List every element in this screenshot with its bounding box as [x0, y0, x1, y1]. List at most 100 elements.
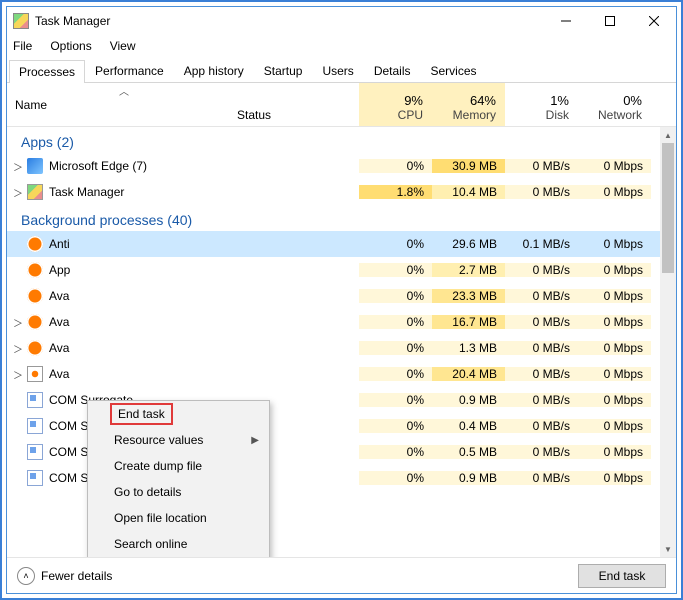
ctx-create-dump[interactable]: Create dump file	[88, 453, 269, 479]
scroll-up-icon[interactable]: ▲	[660, 127, 676, 143]
cell-memory: 23.3 MB	[432, 289, 505, 303]
cell-disk: 0 MB/s	[505, 393, 578, 407]
process-name: Ava	[49, 367, 233, 381]
cell-network: 0 Mbps	[578, 315, 651, 329]
cell-cpu: 0%	[359, 367, 432, 381]
tab-bar: Processes Performance App history Startu…	[7, 57, 676, 83]
cell-cpu: 0%	[359, 419, 432, 433]
process-name: App	[49, 263, 233, 277]
cell-disk: 0 MB/s	[505, 315, 578, 329]
vertical-scrollbar[interactable]: ▲ ▼	[660, 127, 676, 557]
menu-view[interactable]: View	[110, 39, 136, 53]
cell-cpu: 0%	[359, 159, 432, 173]
tab-services[interactable]: Services	[421, 59, 487, 82]
footer: ˄ Fewer details End task	[7, 557, 676, 593]
group-header: Background processes (40)	[7, 202, 359, 234]
header-memory[interactable]: 64%Memory	[432, 83, 505, 126]
process-name: Ava	[49, 289, 233, 303]
cell-disk: 0 MB/s	[505, 419, 578, 433]
minimize-button[interactable]	[544, 7, 588, 35]
header-disk[interactable]: 1%Disk	[505, 83, 578, 126]
cell-memory: 29.6 MB	[432, 237, 505, 251]
process-row[interactable]: App0%2.7 MB0 MB/s0 Mbps	[7, 257, 660, 283]
cell-network: 0 Mbps	[578, 419, 651, 433]
cell-disk: 0 MB/s	[505, 367, 578, 381]
tab-details[interactable]: Details	[364, 59, 421, 82]
process-icon	[27, 262, 43, 278]
process-icon	[27, 158, 43, 174]
ctx-search-online[interactable]: Search online	[88, 531, 269, 557]
menu-file[interactable]: File	[13, 39, 32, 53]
tab-processes[interactable]: Processes	[9, 60, 85, 83]
cell-network: 0 Mbps	[578, 289, 651, 303]
cell-disk: 0 MB/s	[505, 185, 578, 199]
ctx-open-file-location[interactable]: Open file location	[88, 505, 269, 531]
cell-network: 0 Mbps	[578, 445, 651, 459]
process-row[interactable]: Anti0%29.6 MB0.1 MB/s0 Mbps	[7, 231, 660, 257]
close-button[interactable]	[632, 7, 676, 35]
header-network[interactable]: 0%Network	[578, 83, 651, 126]
cell-memory: 2.7 MB	[432, 263, 505, 277]
process-row[interactable]: Ava0%23.3 MB0 MB/s0 Mbps	[7, 283, 660, 309]
app-icon	[13, 13, 29, 29]
header-status[interactable]: Status	[233, 83, 359, 126]
cell-disk: 0 MB/s	[505, 341, 578, 355]
process-icon	[27, 470, 43, 486]
process-icon	[27, 418, 43, 434]
window-title: Task Manager	[35, 14, 544, 28]
expand-chevron-icon[interactable]: ＞	[9, 159, 27, 174]
tab-app-history[interactable]: App history	[174, 59, 254, 82]
menubar: File Options View	[7, 35, 676, 57]
submenu-arrow-icon: ▶	[251, 435, 259, 446]
process-icon	[27, 392, 43, 408]
column-headers: ︿ Name Status 9%CPU 64%Memory 1%Disk 0%N…	[7, 83, 676, 127]
ctx-resource-values[interactable]: Resource values▶	[88, 427, 269, 453]
expand-chevron-icon[interactable]: ＞	[9, 367, 27, 382]
process-row[interactable]: ＞Ava0%1.3 MB0 MB/s0 Mbps	[7, 335, 660, 361]
cell-memory: 10.4 MB	[432, 185, 505, 199]
cell-memory: 0.4 MB	[432, 419, 505, 433]
tab-users[interactable]: Users	[312, 59, 363, 82]
menu-options[interactable]: Options	[50, 39, 91, 53]
ctx-end-task[interactable]: End task	[88, 401, 269, 427]
process-row[interactable]: ＞Microsoft Edge (7)0%30.9 MB0 MB/s0 Mbps	[7, 153, 660, 179]
process-icon	[27, 314, 43, 330]
scrollbar-thumb[interactable]	[662, 143, 674, 273]
cell-network: 0 Mbps	[578, 367, 651, 381]
cell-disk: 0.1 MB/s	[505, 237, 578, 251]
process-icon	[27, 288, 43, 304]
process-name: Ava	[49, 315, 233, 329]
expand-chevron-icon[interactable]: ＞	[9, 341, 27, 356]
process-icon	[27, 236, 43, 252]
expand-chevron-icon[interactable]: ＞	[9, 185, 27, 200]
cell-cpu: 0%	[359, 445, 432, 459]
cell-memory: 1.3 MB	[432, 341, 505, 355]
process-name: Task Manager	[49, 185, 233, 199]
end-task-button[interactable]: End task	[578, 564, 666, 588]
cell-network: 0 Mbps	[578, 263, 651, 277]
expand-chevron-icon[interactable]: ＞	[9, 315, 27, 330]
ctx-go-to-details[interactable]: Go to details	[88, 479, 269, 505]
cell-network: 0 Mbps	[578, 393, 651, 407]
process-name: Ava	[49, 341, 233, 355]
cell-network: 0 Mbps	[578, 471, 651, 485]
process-icon	[27, 444, 43, 460]
process-name: Microsoft Edge (7)	[49, 159, 233, 173]
cell-memory: 30.9 MB	[432, 159, 505, 173]
cell-network: 0 Mbps	[578, 185, 651, 199]
tab-startup[interactable]: Startup	[254, 59, 313, 82]
cell-disk: 0 MB/s	[505, 445, 578, 459]
scroll-down-icon[interactable]: ▼	[660, 541, 676, 557]
process-row[interactable]: ＞Ava0%16.7 MB0 MB/s0 Mbps	[7, 309, 660, 335]
cell-network: 0 Mbps	[578, 341, 651, 355]
context-menu: End task Resource values▶ Create dump fi…	[87, 400, 270, 557]
cell-disk: 0 MB/s	[505, 159, 578, 173]
tab-performance[interactable]: Performance	[85, 59, 174, 82]
cell-disk: 0 MB/s	[505, 289, 578, 303]
header-cpu[interactable]: 9%CPU	[359, 83, 432, 126]
group-header: Apps (2)	[7, 127, 359, 156]
maximize-button[interactable]	[588, 7, 632, 35]
fewer-details-button[interactable]: ˄ Fewer details	[17, 567, 112, 585]
process-row[interactable]: ＞Ava0%20.4 MB0 MB/s0 Mbps	[7, 361, 660, 387]
cell-cpu: 0%	[359, 471, 432, 485]
